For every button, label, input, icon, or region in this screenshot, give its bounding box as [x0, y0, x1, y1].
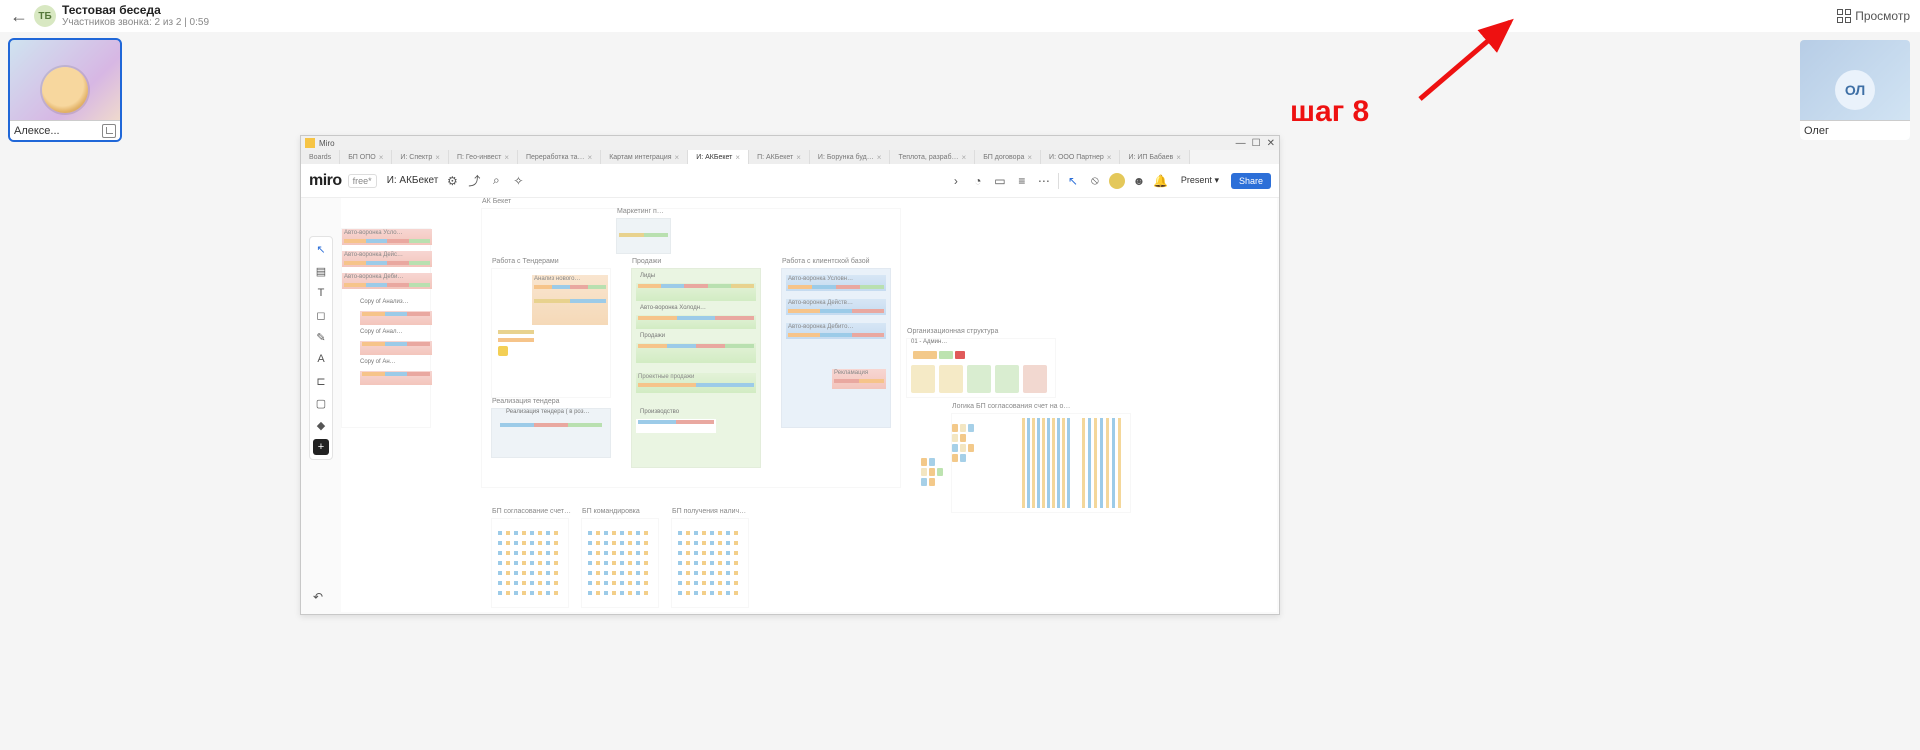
frame-left-stack[interactable]: Авто-воронка Усло… Авто-воронка Дейс… Ав… [341, 228, 431, 428]
undo-button[interactable]: ↶ [313, 590, 323, 604]
board-tab[interactable]: Переработка та…× [518, 150, 601, 164]
frame-label: Реализация тендера [492, 398, 560, 405]
participant-name: Олег [1804, 125, 1829, 137]
frame-org[interactable]: Организационная структура 01 - Админ… [906, 338, 1056, 398]
window-minimize-icon[interactable]: — [1236, 138, 1246, 149]
board-tab-active[interactable]: И: АКБекет× [688, 150, 749, 164]
frame-logic[interactable]: Логика БП согласования счет на о… [951, 413, 1131, 513]
call-header: ← ТБ Тестовая беседа Участников звонка: … [0, 0, 1920, 32]
board-tab[interactable]: БП ОПО× [340, 150, 392, 164]
frame-sales[interactable]: Продажи Лиды Авто-воронка Холодн… Продаж… [631, 268, 761, 468]
frame-label: БП согласование счет… [492, 508, 571, 515]
add-tool-icon[interactable]: + [313, 439, 329, 455]
miro-side-toolbar: ↖ ▤ T ◻ ✎ A ⊏ ▢ ◆ + [309, 236, 333, 460]
settings-icon[interactable]: ⚙ [444, 173, 460, 189]
chat-title: Тестовая беседа [62, 4, 209, 17]
board-tab[interactable]: Теплота, разраб…× [890, 150, 975, 164]
board-tab[interactable]: И: ООО Партнер× [1041, 150, 1120, 164]
list-icon[interactable]: ≡ [1014, 173, 1030, 189]
frame-bp-1[interactable]: БП согласование счет… [491, 518, 569, 608]
shape-tool-icon[interactable]: A [313, 351, 329, 367]
board-tab[interactable]: Boards [301, 150, 340, 164]
board-tab[interactable]: П: Гео-инвест× [449, 150, 518, 164]
board-tab[interactable]: Картам интеграция× [601, 150, 688, 164]
board-tab[interactable]: П: АКБекет× [749, 150, 810, 164]
present-button[interactable]: Present ▾ [1175, 173, 1225, 188]
frame-tenders[interactable]: Работа с Тендерами Анализ нового… [491, 268, 611, 398]
frame-tool-icon[interactable]: ▢ [313, 395, 329, 411]
board-tab[interactable]: И: Спектр× [392, 150, 449, 164]
reactions-icon[interactable]: ☻ [1131, 173, 1147, 189]
select-tool-icon[interactable]: ↖ [313, 241, 329, 257]
board-tab[interactable]: И: ИП Бабаев× [1120, 150, 1189, 164]
frames-icon[interactable]: ▭ [992, 173, 1008, 189]
share-button[interactable]: Share [1231, 173, 1271, 189]
view-mode-label: Просмотр [1855, 9, 1910, 23]
frame-label: Работа с клиентской базой [782, 258, 870, 265]
window-maximize-icon[interactable]: ☐ [1252, 138, 1261, 149]
frame-client-base[interactable]: Работа с клиентской базой Авто-воронка У… [781, 268, 891, 428]
frame-label: БП получения налич… [672, 508, 746, 515]
comment-tool-icon[interactable]: ◆ [313, 417, 329, 433]
participant-label: Олег [1800, 120, 1910, 140]
grid-icon [1837, 9, 1851, 23]
board-tab[interactable]: БП договора× [975, 150, 1041, 164]
more-icon[interactable]: ⋯ [1036, 173, 1052, 189]
review-icon[interactable]: ✧ [510, 173, 526, 189]
bell-icon[interactable]: 🔔 [1153, 173, 1169, 189]
board-tab-strip: Boards БП ОПО× И: Спектр× П: Гео-инвест×… [301, 150, 1279, 164]
cursor-icon[interactable]: ↖ [1065, 173, 1081, 189]
participants-strip: Алексе... ОЛ Олег [10, 40, 1910, 140]
hide-cursors-icon[interactable]: ⦸ [1087, 173, 1103, 189]
connector-tool-icon[interactable]: ⊏ [313, 373, 329, 389]
participant-tile-left[interactable]: Алексе... [10, 40, 120, 140]
frame-label: Работа с Тендерами [492, 258, 559, 265]
frame-label: АК Бекет [482, 198, 511, 205]
pin-icon[interactable] [102, 124, 116, 138]
sticky-tool-icon[interactable]: ◻ [313, 307, 329, 323]
board-tab[interactable]: И: Борунка буд…× [810, 150, 891, 164]
search-icon[interactable]: ⌕ [488, 173, 504, 189]
frame-label: Маркетинг п… [617, 208, 664, 215]
miro-top-toolbar: miro free* И: АКБекет ⚙ ⤴ ⌕ ✧ › ◔ ▭ ≡ ⋯ … [301, 164, 1279, 198]
miro-canvas[interactable]: Авто-воронка Усло… Авто-воронка Дейс… Ав… [341, 198, 1277, 612]
view-mode-button[interactable]: Просмотр [1837, 9, 1910, 23]
user-avatar-icon[interactable] [1109, 173, 1125, 189]
text-tool-icon[interactable]: T [313, 285, 329, 301]
miro-board-name[interactable]: И: АКБекет [387, 175, 439, 186]
logic-nodes[interactable] [921, 458, 943, 486]
miro-logo[interactable]: miro [309, 172, 342, 190]
window-close-icon[interactable]: ✕ [1267, 138, 1275, 149]
timer-icon[interactable]: ◔ [970, 173, 986, 189]
frame-label: Организационная структура [907, 328, 998, 335]
participant-initials-icon: ОЛ [1835, 70, 1875, 110]
frame-label: Продажи [632, 258, 661, 265]
shared-screen-window: Miro — ☐ ✕ Boards БП ОПО× И: Спектр× П: … [300, 135, 1280, 615]
window-controls: — ☐ ✕ [1236, 138, 1275, 149]
frame-label: Логика БП согласования счет на о… [952, 403, 1070, 410]
chat-avatar[interactable]: ТБ [34, 5, 56, 27]
template-tool-icon[interactable]: ▤ [313, 263, 329, 279]
pen-tool-icon[interactable]: ✎ [313, 329, 329, 345]
chat-meta: Тестовая беседа Участников звонка: 2 из … [62, 4, 209, 28]
upload-icon[interactable]: ⤴ [466, 173, 482, 189]
frame-marketing[interactable]: Маркетинг п… [616, 218, 671, 254]
back-arrow-icon[interactable]: ← [10, 6, 28, 27]
window-titlebar: Miro — ☐ ✕ [301, 136, 1279, 150]
miro-plan-badge[interactable]: free* [348, 174, 377, 188]
frame-bp-2[interactable]: БП командировка [581, 518, 659, 608]
frame-realize[interactable]: Реализация тендера Реализация тендера ( … [491, 408, 611, 458]
miro-app-icon [305, 138, 315, 148]
participant-name: Алексе... [14, 125, 60, 137]
chat-subtitle: Участников звонка: 2 из 2 | 0:59 [62, 17, 209, 28]
window-app-name: Miro [319, 139, 335, 148]
frame-label: БП командировка [582, 508, 640, 515]
participant-label: Алексе... [10, 120, 120, 140]
participant-tile-right[interactable]: ОЛ Олег [1800, 40, 1910, 140]
chevron-icon[interactable]: › [948, 173, 964, 189]
frame-bp-3[interactable]: БП получения налич… [671, 518, 749, 608]
participant-avatar-icon [42, 67, 88, 113]
